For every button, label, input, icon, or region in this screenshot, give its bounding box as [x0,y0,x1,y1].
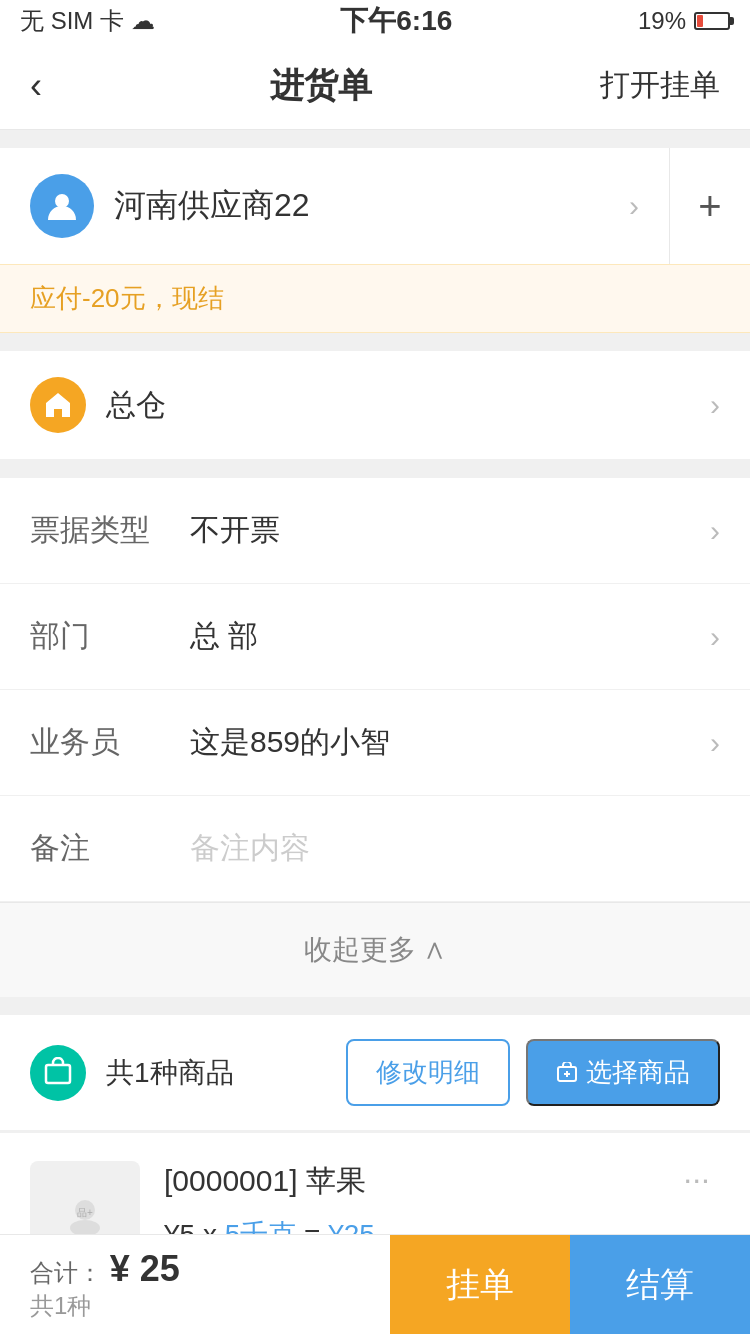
total-count: 共1种 [30,1290,360,1322]
svg-point-0 [55,194,69,208]
add-supplier-button[interactable]: + [670,184,750,229]
product-more-button[interactable]: ··· [673,1161,720,1198]
product-section-header: 共1种商品 修改明细 选择商品 [0,1015,750,1131]
page-title: 进货单 [270,63,372,109]
department-value: 总 部 [190,616,710,657]
invoice-type-label: 票据类型 [30,510,190,551]
salesperson-row[interactable]: 业务员 这是859的小智 › [0,690,750,796]
battery-icon [694,12,730,30]
total-section: 合计： ¥ 25 共1种 [0,1248,390,1322]
product-section-icon [30,1045,86,1101]
divider-4 [0,997,750,1015]
invoice-type-value: 不开票 [190,510,710,551]
status-time: 下午6:16 [340,2,452,40]
department-chevron-icon: › [710,620,720,654]
invoice-type-chevron-icon: › [710,514,720,548]
sim-label: 无 SIM 卡 ☁ [20,5,155,37]
supplier-name: 河南供应商22 [114,184,629,228]
status-left: 无 SIM 卡 ☁ [20,5,155,37]
select-product-label: 选择商品 [586,1055,690,1090]
divider-1 [0,130,750,148]
supplier-selector[interactable]: 河南供应商22 › [0,148,670,264]
remark-label: 备注 [30,828,190,869]
remark-row[interactable]: 备注 备注内容 [0,796,750,902]
salesperson-label: 业务员 [30,722,190,763]
status-right: 19% [638,7,730,35]
cart-add-icon [556,1062,578,1084]
svg-text:品+: 品+ [77,1207,93,1218]
product-name: [0000001] 苹果 [164,1161,673,1202]
department-label: 部门 [30,616,190,657]
total-label: 合计： [30,1259,102,1286]
total-row: 合计： ¥ 25 [30,1248,360,1290]
divider-2 [0,333,750,351]
home-icon [42,389,74,421]
collapse-more-button[interactable]: 收起更多 ∧ [0,902,750,997]
select-product-button[interactable]: 选择商品 [526,1039,720,1106]
product-count-label: 共1种商品 [106,1054,346,1092]
warehouse-name: 总仓 [106,385,710,426]
supplier-avatar [30,174,94,238]
supplier-section: 河南供应商22 › + [0,148,750,264]
total-amount: ¥ 25 [110,1248,180,1289]
checkout-button[interactable]: 结算 [570,1235,750,1334]
supplier-chevron-icon: › [629,189,639,223]
remark-input[interactable]: 备注内容 [190,828,720,869]
bottom-bar: 合计： ¥ 25 共1种 挂单 结算 [0,1234,750,1334]
battery-percent: 19% [638,7,686,35]
notice-banner: 应付-20元，现结 [0,264,750,333]
salesperson-chevron-icon: › [710,726,720,760]
svg-rect-1 [46,1065,70,1083]
back-button[interactable]: ‹ [30,65,42,107]
warehouse-selector[interactable]: 总仓 › [0,351,750,460]
warehouse-chevron-icon: › [710,388,720,422]
open-pending-button[interactable]: 打开挂单 [600,65,720,106]
salesperson-value: 这是859的小智 [190,722,710,763]
nav-bar: ‹ 进货单 打开挂单 [0,42,750,130]
invoice-type-row[interactable]: 票据类型 不开票 › [0,478,750,584]
edit-detail-button[interactable]: 修改明细 [346,1039,510,1106]
warehouse-icon [30,377,86,433]
suspend-button[interactable]: 挂单 [390,1235,570,1334]
status-bar: 无 SIM 卡 ☁ 下午6:16 19% [0,0,750,42]
person-icon [44,188,80,224]
cart-icon [42,1057,74,1089]
divider-3 [0,460,750,478]
department-row[interactable]: 部门 总 部 › [0,584,750,690]
